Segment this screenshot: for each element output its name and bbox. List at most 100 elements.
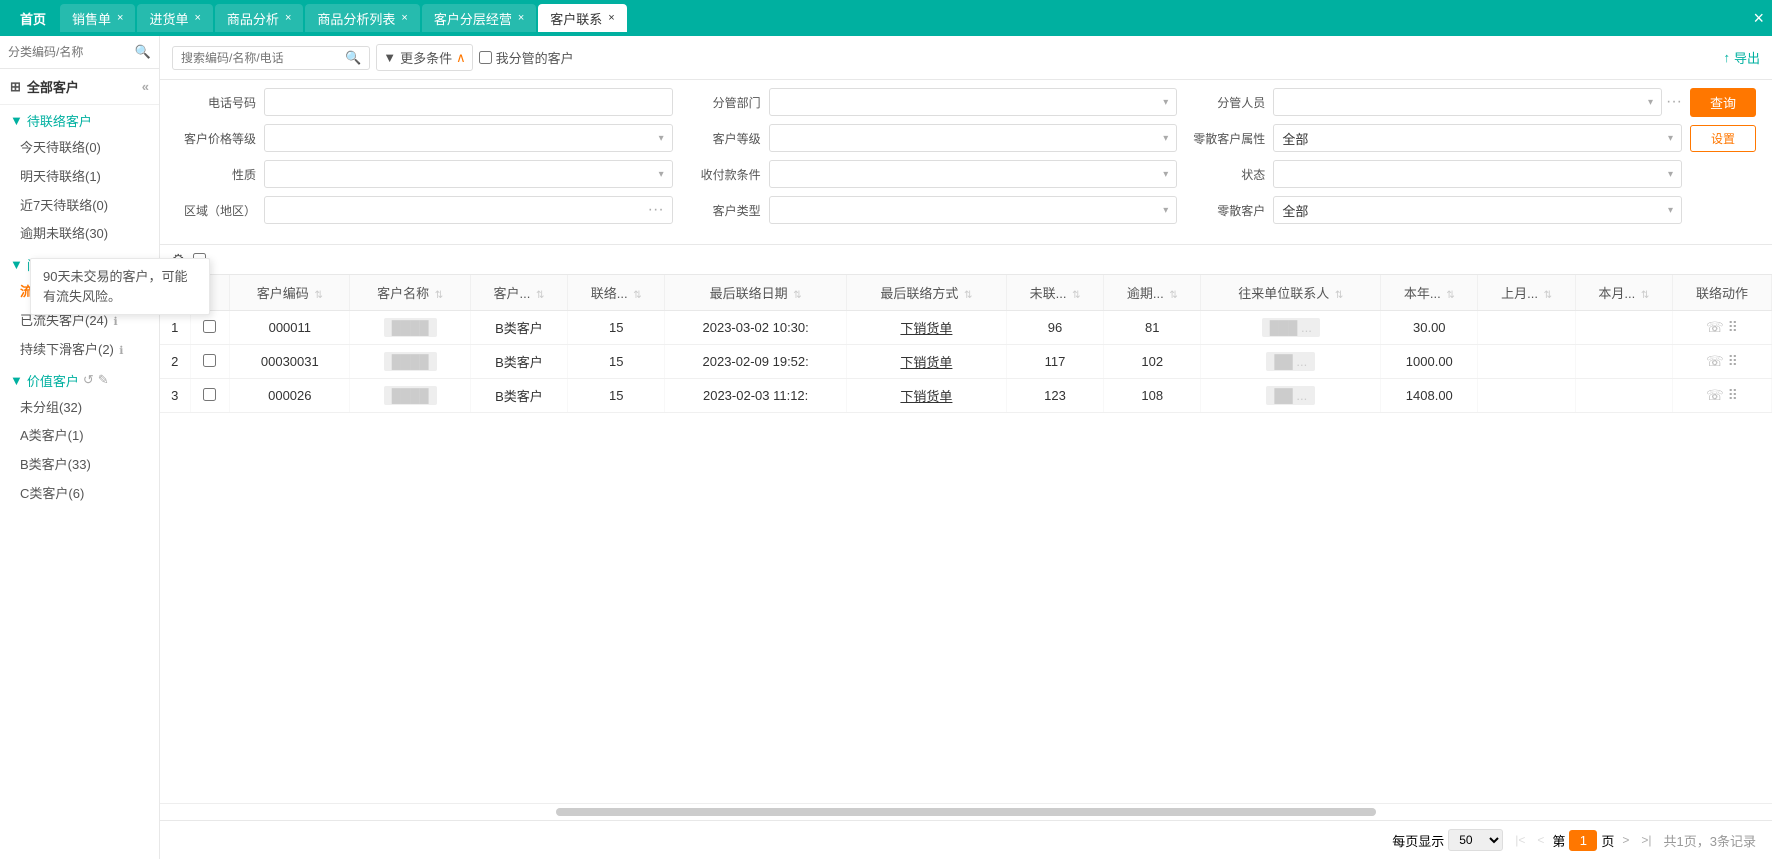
filter-person-select[interactable]: ▾ — [1273, 88, 1662, 116]
filter-customer-type-select[interactable]: ▾ — [769, 196, 1178, 224]
page-label: 第 — [1552, 831, 1565, 850]
filter-sparse-attr-select[interactable]: 全部 ▾ — [1273, 124, 1682, 152]
row-checkbox[interactable] — [203, 354, 216, 367]
filter-nature: 性质 ▾ — [176, 160, 673, 188]
sidebar-item-class-c[interactable]: C类客户(6) — [0, 480, 159, 509]
tab-sales-close[interactable]: × — [117, 12, 123, 24]
cell-name: ████ — [350, 311, 470, 345]
sort-last-method[interactable]: ⇅ — [964, 290, 972, 301]
sort-overdue[interactable]: ⇅ — [1169, 290, 1177, 301]
sort-type[interactable]: ⇅ — [536, 290, 544, 301]
prev-page-btn[interactable]: < — [1533, 831, 1548, 849]
more-action-icon[interactable]: ⠿ — [1728, 387, 1738, 404]
filter-payment-select[interactable]: ▾ — [769, 160, 1178, 188]
search-input[interactable] — [181, 51, 341, 65]
window-close-button[interactable]: × — [1753, 8, 1764, 29]
cell-last-method: 下销货单 — [846, 311, 1006, 345]
sidebar-group-value[interactable]: ▼ 价值客户 ↺ ✎ — [0, 365, 159, 394]
sidebar-all-customers[interactable]: ⊞ 全部客户 « — [0, 69, 159, 105]
filter-region-select[interactable]: ··· — [264, 196, 673, 224]
filter-customer-level-select[interactable]: ▾ — [769, 124, 1178, 152]
sort-contact[interactable]: ⇅ — [633, 290, 641, 301]
tab-analysis-list[interactable]: 商品分析列表 × — [305, 4, 419, 32]
col-last-method: 最后联络方式 ⇅ — [846, 275, 1006, 311]
sidebar-item-class-b[interactable]: B类客户(33) — [0, 451, 159, 480]
filter-dept-select[interactable]: ▾ — [769, 88, 1178, 116]
my-customers-check[interactable]: 我分管的客户 — [479, 48, 574, 67]
filter-region-more[interactable]: ··· — [648, 201, 664, 219]
sidebar-item-class-a[interactable]: A类客户(1) — [0, 422, 159, 451]
search-execute-icon[interactable]: 🔍 — [345, 50, 361, 66]
filter-person-more[interactable]: ··· — [1666, 93, 1682, 111]
tab-home[interactable]: 首页 — [8, 4, 58, 32]
sort-this-month[interactable]: ⇅ — [1641, 290, 1649, 301]
my-customers-checkbox[interactable] — [479, 51, 492, 64]
cell-this-year: 1000.00 — [1381, 345, 1478, 379]
more-conditions-btn[interactable]: ▼ 更多条件 ∧ — [376, 44, 472, 71]
value-refresh-icon[interactable]: ↺ — [83, 372, 94, 388]
row-checkbox[interactable] — [203, 320, 216, 333]
tab-purchase[interactable]: 进货单 × — [137, 4, 212, 32]
settings-button[interactable]: 设置 — [1690, 125, 1756, 152]
tab-purchase-close[interactable]: × — [194, 12, 200, 24]
query-button[interactable]: 查询 — [1690, 88, 1756, 117]
tab-customer-tier[interactable]: 客户分层经营 × — [422, 4, 536, 32]
collapse-icon[interactable]: « — [142, 79, 149, 94]
sidebar-item-today[interactable]: 今天待联络(0) — [0, 134, 159, 163]
sidebar-search-icon[interactable]: 🔍 — [135, 44, 151, 60]
group-value-label: 价值客户 — [27, 371, 79, 390]
page-unit: 页 — [1601, 831, 1614, 850]
cell-last-method-link[interactable]: 下销货单 — [900, 355, 952, 370]
filter-price-level-select[interactable]: ▾ — [264, 124, 673, 152]
cell-type: B类客户 — [470, 345, 567, 379]
col-code: 客户编码 ⇅ — [230, 275, 350, 311]
tab-customer-contact[interactable]: 客户联系 × — [538, 4, 626, 32]
sidebar-item-tomorrow[interactable]: 明天待联络(1) — [0, 163, 159, 192]
sidebar-item-declining[interactable]: 持续下滑客户(2) ℹ — [0, 336, 159, 365]
tab-analysis-list-close[interactable]: × — [401, 12, 407, 24]
filter-phone-input[interactable] — [264, 88, 673, 116]
first-page-btn[interactable]: |< — [1511, 831, 1529, 849]
row-checkbox[interactable] — [203, 388, 216, 401]
contact-action-icon[interactable]: ☏ — [1706, 353, 1724, 370]
tab-analysis-close[interactable]: × — [285, 12, 291, 24]
tab-analysis[interactable]: 商品分析 × — [215, 4, 303, 32]
per-page-select[interactable]: 50 100 200 — [1448, 829, 1503, 851]
sort-code[interactable]: ⇅ — [314, 290, 322, 301]
export-button[interactable]: ↑ 导出 — [1723, 48, 1760, 67]
filter-sparse-customer-select[interactable]: 全部 ▾ — [1273, 196, 1682, 224]
my-customers-label: 我分管的客户 — [496, 48, 574, 67]
sidebar-group-pending[interactable]: ▼ 待联络客户 — [0, 105, 159, 134]
filter-dept-arrow: ▾ — [1163, 97, 1168, 108]
sidebar-item-overdue[interactable]: 逾期未联络(30) — [0, 220, 159, 249]
last-page-btn[interactable]: >| — [1637, 831, 1655, 849]
tab-customer-contact-close[interactable]: × — [608, 12, 614, 24]
sidebar-item-ungrouped[interactable]: 未分组(32) — [0, 394, 159, 423]
cell-last-method-link[interactable]: 下销货单 — [900, 389, 952, 404]
filter-status-select[interactable]: ▾ — [1273, 160, 1682, 188]
horizontal-scrollbar[interactable] — [160, 803, 1772, 820]
sort-this-year[interactable]: ⇅ — [1446, 290, 1454, 301]
cell-last-method-link[interactable]: 下销货单 — [900, 321, 952, 336]
scroll-thumb[interactable] — [556, 808, 1376, 816]
sort-last-date[interactable]: ⇅ — [793, 290, 801, 301]
current-page-num[interactable]: 1 — [1569, 830, 1597, 851]
filter-payment: 收付款条件 ▾ — [681, 160, 1178, 188]
contact-action-icon[interactable]: ☏ — [1706, 387, 1724, 404]
sort-last-month[interactable]: ⇅ — [1544, 290, 1552, 301]
filter-nature-select[interactable]: ▾ — [264, 160, 673, 188]
filter-phone-label: 电话号码 — [176, 94, 256, 111]
sort-contact-person[interactable]: ⇅ — [1335, 290, 1343, 301]
next-page-btn[interactable]: > — [1618, 831, 1633, 849]
sidebar-search-input[interactable] — [8, 45, 131, 59]
more-action-icon[interactable]: ⠿ — [1728, 353, 1738, 370]
sort-name[interactable]: ⇅ — [435, 290, 443, 301]
contact-action-icon[interactable]: ☏ — [1706, 319, 1724, 336]
more-action-icon[interactable]: ⠿ — [1728, 319, 1738, 336]
sort-no-contact[interactable]: ⇅ — [1072, 290, 1080, 301]
tab-customer-tier-close[interactable]: × — [518, 12, 524, 24]
sidebar-item-7days[interactable]: 近7天待联络(0) — [0, 192, 159, 221]
cell-contact-person-blurred: ██ ... — [1266, 352, 1315, 371]
value-edit-icon[interactable]: ✎ — [98, 372, 109, 388]
tab-sales[interactable]: 销售单 × — [60, 4, 135, 32]
